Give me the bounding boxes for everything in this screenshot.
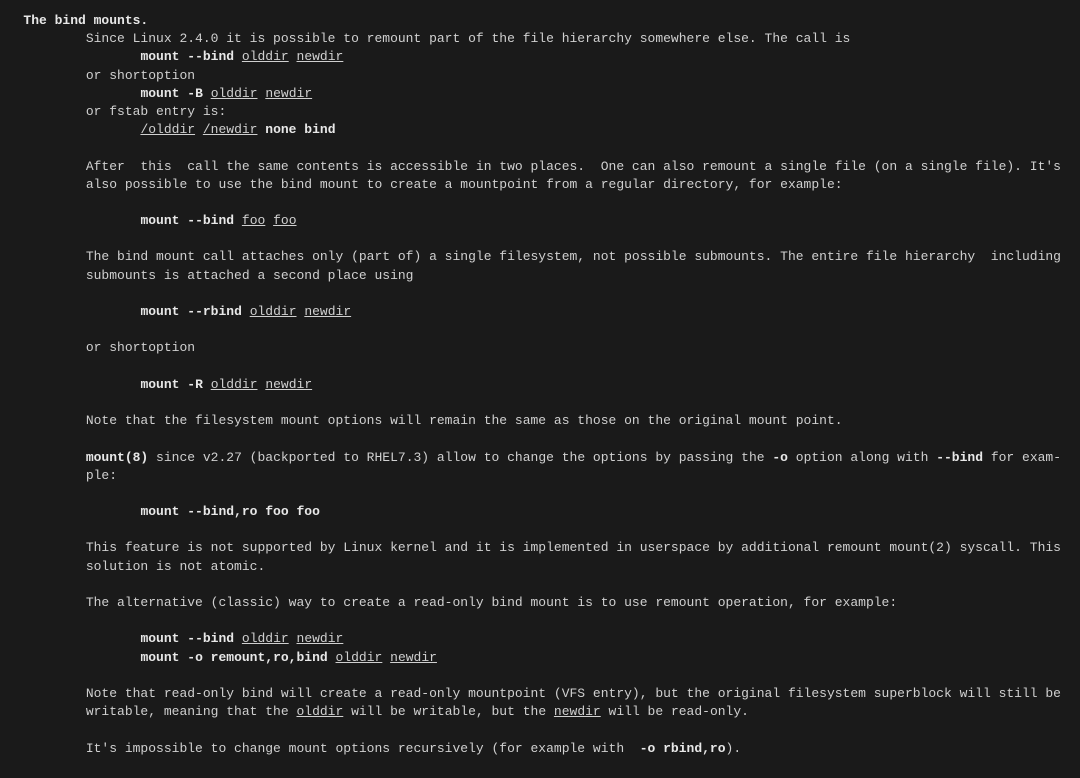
para <box>0 104 86 119</box>
opt: --bind <box>936 450 983 465</box>
cmd-opt: -B <box>187 86 203 101</box>
cmd-indent <box>0 631 140 646</box>
para <box>0 450 86 465</box>
cmd-prog: mount <box>140 650 179 665</box>
cmd-prog: mount <box>140 213 179 228</box>
para <box>0 468 86 483</box>
text: writable, meaning that the <box>86 704 297 719</box>
text: solution is not atomic. <box>86 559 265 574</box>
cmd-indent <box>0 49 140 64</box>
man-ref: mount(8) <box>86 450 148 465</box>
section-title: The bind mounts. <box>23 13 148 28</box>
text: submounts is attached a second place usi… <box>86 268 414 283</box>
cmd-arg: newdir <box>297 49 344 64</box>
cmd-arg: olddir <box>211 377 258 392</box>
cmd-line: mount --bind,ro foo foo <box>140 504 319 519</box>
para <box>0 340 86 355</box>
cmd-arg: foo <box>273 213 296 228</box>
cmd-opt: --bind <box>187 49 234 64</box>
cmd-opt: --bind <box>187 631 234 646</box>
text: ). <box>726 741 742 756</box>
text: also possible to use the bind mount to c… <box>86 177 843 192</box>
cmd-indent <box>0 213 140 228</box>
cmd-arg: olddir <box>250 304 297 319</box>
text: After this call the same contents is acc… <box>86 159 1061 174</box>
opt: -o rbind,ro <box>640 741 726 756</box>
text: or fstab entry is: <box>86 104 226 119</box>
indent <box>0 13 23 28</box>
manpage-body: The bind mounts. Since Linux 2.4.0 it is… <box>0 0 1080 778</box>
cmd-arg: newdir <box>297 631 344 646</box>
fstab-arg: /newdir <box>203 122 258 137</box>
cmd-prog: mount <box>140 86 179 101</box>
cmd-opt: --rbind <box>187 304 242 319</box>
para <box>0 177 86 192</box>
text: for exam- <box>983 450 1061 465</box>
para <box>0 413 86 428</box>
text: will be writable, but the <box>343 704 554 719</box>
cmd-prog: mount <box>140 631 179 646</box>
cmd-indent <box>0 304 140 319</box>
cmd-arg: olddir <box>336 650 383 665</box>
cmd-arg: newdir <box>265 377 312 392</box>
cmd-indent <box>0 377 140 392</box>
cmd-arg: newdir <box>390 650 437 665</box>
para <box>0 268 86 283</box>
text: It's impossible to change mount options … <box>86 741 640 756</box>
text: or shortoption <box>86 340 195 355</box>
cmd-indent <box>0 650 140 665</box>
cmd-indent <box>0 122 140 137</box>
opt: -o <box>772 450 788 465</box>
cmd-prog: mount <box>140 377 179 392</box>
cmd-arg: newdir <box>265 86 312 101</box>
text: or shortoption <box>86 68 195 83</box>
cmd-indent <box>0 504 140 519</box>
text: Note that the filesystem mount options w… <box>86 413 843 428</box>
fstab-rest: none bind <box>265 122 335 137</box>
text: The alternative (classic) way to create … <box>86 595 897 610</box>
para <box>0 595 86 610</box>
para <box>0 741 86 756</box>
cmd-opt: -o remount,ro,bind <box>187 650 327 665</box>
cmd-arg: olddir <box>211 86 258 101</box>
text: ple: <box>86 468 117 483</box>
para <box>0 540 86 555</box>
cmd-arg: newdir <box>304 304 351 319</box>
text: Since Linux 2.4.0 it is possible to remo… <box>86 31 851 46</box>
text: since v2.27 (backported to RHEL7.3) allo… <box>148 450 772 465</box>
cmd-arg: foo <box>242 213 265 228</box>
cmd-opt: --bind <box>187 213 234 228</box>
para <box>0 68 86 83</box>
para <box>0 31 86 46</box>
cmd-arg: olddir <box>242 631 289 646</box>
text: will be read-only. <box>601 704 749 719</box>
cmd-prog: mount <box>140 49 179 64</box>
text: The bind mount call attaches only (part … <box>86 249 1061 264</box>
text: This feature is not supported by Linux k… <box>86 540 1061 555</box>
para <box>0 159 86 174</box>
para <box>0 559 86 574</box>
cmd-opt: -R <box>187 377 203 392</box>
cmd-arg: olddir <box>242 49 289 64</box>
arg: newdir <box>554 704 601 719</box>
para <box>0 249 86 264</box>
arg: olddir <box>296 704 343 719</box>
text: option along with <box>788 450 936 465</box>
para <box>0 686 86 701</box>
fstab-arg: /olddir <box>140 122 195 137</box>
cmd-prog: mount <box>140 304 179 319</box>
cmd-indent <box>0 86 140 101</box>
text: Note that read-only bind will create a r… <box>86 686 1061 701</box>
para <box>0 704 86 719</box>
